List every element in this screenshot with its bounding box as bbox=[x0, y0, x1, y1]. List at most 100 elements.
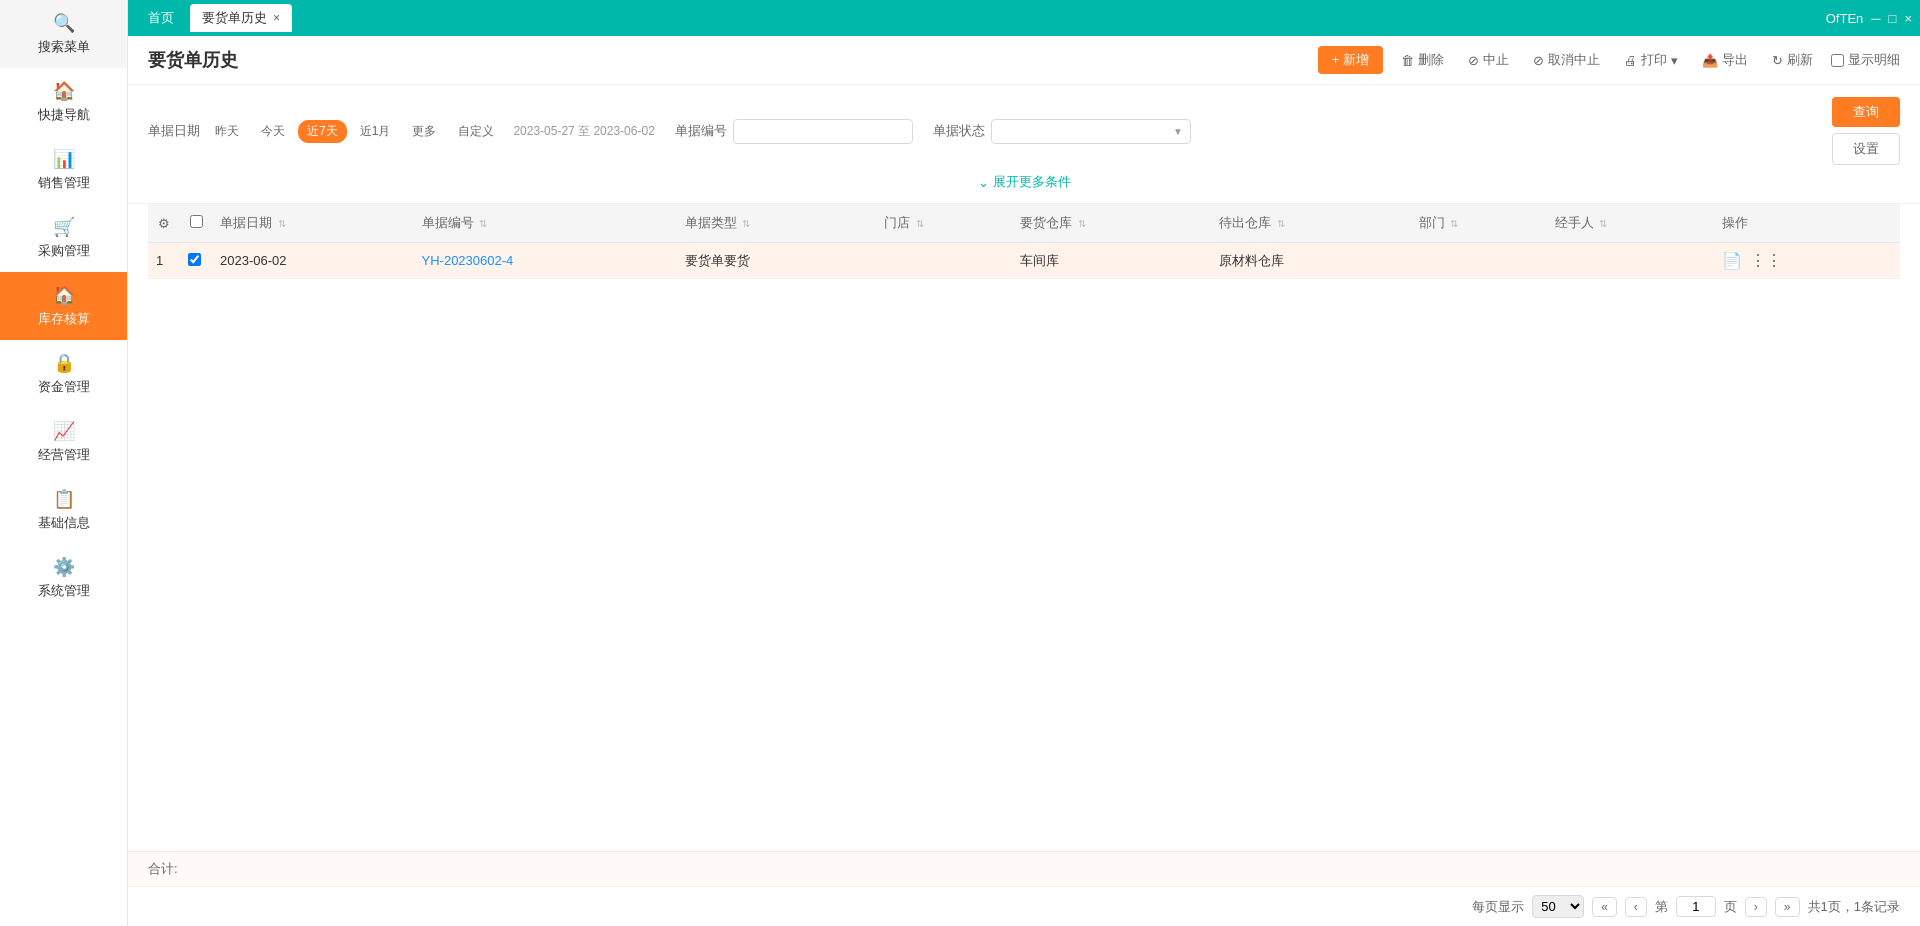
th-settings[interactable]: ⚙ bbox=[148, 204, 180, 243]
setting-button[interactable]: 设置 bbox=[1832, 133, 1900, 165]
next-page-btn[interactable]: › bbox=[1745, 897, 1767, 917]
sidebar-item-quick-nav[interactable]: 🏠 快捷导航 bbox=[0, 68, 127, 136]
page-title: 要货单历史 bbox=[148, 48, 1318, 72]
cell-docnum-0[interactable]: YH-20230602-4 bbox=[414, 243, 677, 279]
sidebar-label-system: 系统管理 bbox=[38, 582, 90, 600]
view-action-btn-0[interactable]: 📄 bbox=[1722, 251, 1742, 270]
inventory-icon: 🏠 bbox=[53, 284, 75, 306]
print-icon: 🖨 bbox=[1624, 53, 1637, 68]
delete-icon: 🗑 bbox=[1401, 53, 1414, 68]
table-footer: 合计: bbox=[128, 851, 1920, 886]
prev-page-btn[interactable]: ‹ bbox=[1625, 897, 1647, 917]
tab-bar-right: OfTEn ─ □ × bbox=[1826, 11, 1912, 26]
date-btn-more[interactable]: 更多 bbox=[403, 120, 445, 143]
table-header-row: ⚙ 单据日期 ⇅ 单据编号 ⇅ 单据类型 ⇅ 门店 ⇅ 要货仓库 ⇅ 待出仓库 … bbox=[148, 204, 1900, 243]
print-button[interactable]: 🖨 打印 ▾ bbox=[1618, 47, 1684, 73]
sidebar-item-finance[interactable]: 🔒资金管理 bbox=[0, 340, 127, 408]
per-page-label: 每页显示 bbox=[1472, 898, 1524, 916]
doc-number-input[interactable] bbox=[733, 119, 913, 144]
cancel-suspend-button[interactable]: ⊘ 取消中止 bbox=[1527, 47, 1606, 73]
export-button[interactable]: 📤 导出 bbox=[1696, 47, 1754, 73]
sidebar-item-purchase[interactable]: 🛒采购管理 bbox=[0, 204, 127, 272]
page-suffix: 页 bbox=[1724, 898, 1737, 916]
th-req-warehouse[interactable]: 要货仓库 ⇅ bbox=[1012, 204, 1211, 243]
th-doc-type[interactable]: 单据类型 ⇅ bbox=[677, 204, 876, 243]
date-btn-1month[interactable]: 近1月 bbox=[351, 120, 400, 143]
page-label: 第 bbox=[1655, 898, 1668, 916]
quick-nav-icon: 🏠 bbox=[53, 80, 75, 102]
finance-icon: 🔒 bbox=[53, 352, 75, 374]
print-dropdown-icon: ▾ bbox=[1671, 53, 1678, 68]
sidebar-item-system[interactable]: ⚙️ 系统管理 bbox=[0, 544, 127, 612]
cell-index-0: 1 bbox=[148, 243, 180, 279]
page-number-input[interactable] bbox=[1676, 896, 1716, 917]
page-header: 要货单历史 + 新增 🗑 删除 ⊘ 中止 ⊘ 取消中止 🖨 打印 bbox=[128, 36, 1920, 85]
cancel-suspend-icon: ⊘ bbox=[1533, 53, 1544, 68]
last-page-btn[interactable]: » bbox=[1775, 897, 1800, 917]
window-close-btn[interactable]: × bbox=[1904, 11, 1912, 26]
date-btn-yesterday[interactable]: 昨天 bbox=[206, 120, 248, 143]
cell-doctype-0: 要货单要货 bbox=[677, 243, 876, 279]
system-icon: ⚙️ bbox=[53, 556, 75, 578]
sidebar-label-quick-nav: 快捷导航 bbox=[38, 106, 90, 124]
row-checkbox-0[interactable] bbox=[188, 253, 201, 266]
date-btn-custom[interactable]: 自定义 bbox=[449, 120, 503, 143]
th-doc-date[interactable]: 单据日期 ⇅ bbox=[212, 204, 414, 243]
doc-number-filter: 单据编号 bbox=[675, 119, 913, 144]
data-table: ⚙ 单据日期 ⇅ 单据编号 ⇅ 单据类型 ⇅ 门店 ⇅ 要货仓库 ⇅ 待出仓库 … bbox=[148, 204, 1900, 279]
window-minimize-btn[interactable]: ─ bbox=[1871, 11, 1880, 26]
tab-requisition-history[interactable]: 要货单历史× bbox=[190, 4, 292, 32]
th-pending-warehouse[interactable]: 待出仓库 ⇅ bbox=[1211, 204, 1410, 243]
cell-reqwh-0: 车间库 bbox=[1012, 243, 1211, 279]
refresh-icon: ↻ bbox=[1772, 53, 1783, 68]
th-actions: 操作 bbox=[1714, 204, 1900, 243]
table-container: ⚙ 单据日期 ⇅ 单据编号 ⇅ 单据类型 ⇅ 门店 ⇅ 要货仓库 ⇅ 待出仓库 … bbox=[128, 204, 1920, 851]
tab-close-requisition-history[interactable]: × bbox=[273, 11, 280, 25]
first-page-btn[interactable]: « bbox=[1592, 897, 1617, 917]
search-menu-icon: 🔍 bbox=[53, 12, 75, 34]
show-detail-checkbox[interactable] bbox=[1831, 54, 1844, 67]
cell-pendwh-0: 原材料仓库 bbox=[1211, 243, 1410, 279]
delete-button[interactable]: 🗑 删除 bbox=[1395, 47, 1450, 73]
suspend-icon: ⊘ bbox=[1468, 53, 1479, 68]
sidebar-item-search-menu[interactable]: 🔍搜索菜单 bbox=[0, 0, 127, 68]
brand-label: OfTEn bbox=[1826, 11, 1864, 26]
select-all-checkbox[interactable] bbox=[190, 215, 203, 228]
cell-date-0: 2023-06-02 bbox=[212, 243, 414, 279]
main-area: 首页要货单历史× OfTEn ─ □ × 要货单历史 + 新增 🗑 删除 ⊘ 中… bbox=[128, 0, 1920, 926]
date-filter-label: 单据日期 bbox=[148, 122, 200, 140]
th-doc-number[interactable]: 单据编号 ⇅ bbox=[414, 204, 677, 243]
more-action-btn-0[interactable]: ⋮⋮ bbox=[1750, 251, 1782, 270]
date-filter: 单据日期 昨天 今天 近7天 近1月 更多 自定义 2023-05-27 至 2… bbox=[148, 120, 655, 143]
date-range-display: 2023-05-27 至 2023-06-02 bbox=[513, 123, 654, 140]
th-department[interactable]: 部门 ⇅ bbox=[1411, 204, 1547, 243]
refresh-button[interactable]: ↻ 刷新 bbox=[1766, 47, 1819, 73]
date-btn-today[interactable]: 今天 bbox=[252, 120, 294, 143]
tab-bar: 首页要货单历史× OfTEn ─ □ × bbox=[128, 0, 1920, 36]
cell-store-0 bbox=[876, 243, 1012, 279]
sidebar-label-basics: 基础信息 bbox=[38, 514, 90, 532]
sidebar: 🔍搜索菜单 🏠 快捷导航 📊销售管理🛒采购管理 🏠 库存核算 🔒资金管理📈经营管理📋基础信息… bbox=[0, 0, 128, 926]
expand-more-button[interactable]: ⌄ 展开更多条件 bbox=[978, 173, 1071, 191]
date-btn-7days[interactable]: 近7天 bbox=[298, 120, 347, 143]
cell-checkbox-0 bbox=[180, 243, 212, 279]
new-button[interactable]: + 新增 bbox=[1318, 46, 1383, 74]
sidebar-label-inventory: 库存核算 bbox=[38, 310, 90, 328]
per-page-select[interactable]: 50 100 bbox=[1532, 895, 1584, 918]
sidebar-item-basics[interactable]: 📋基础信息 bbox=[0, 476, 127, 544]
expand-more-area: ⌄ 展开更多条件 bbox=[148, 173, 1900, 191]
table-row: 1 2023-06-02 YH-20230602-4 要货单要货 车间库 原材料… bbox=[148, 243, 1900, 279]
sidebar-item-operations[interactable]: 📈经营管理 bbox=[0, 408, 127, 476]
th-store[interactable]: 门店 ⇅ bbox=[876, 204, 1012, 243]
doc-status-select[interactable] bbox=[991, 119, 1191, 144]
filter-row: 单据日期 昨天 今天 近7天 近1月 更多 自定义 2023-05-27 至 2… bbox=[148, 97, 1900, 165]
window-maximize-btn[interactable]: □ bbox=[1889, 11, 1897, 26]
sidebar-item-inventory[interactable]: 🏠 库存核算 bbox=[0, 272, 127, 340]
suspend-button[interactable]: ⊘ 中止 bbox=[1462, 47, 1515, 73]
show-detail-toggle[interactable]: 显示明细 bbox=[1831, 51, 1900, 69]
query-button[interactable]: 查询 bbox=[1832, 97, 1900, 127]
th-handler[interactable]: 经手人 ⇅ bbox=[1547, 204, 1715, 243]
tab-home[interactable]: 首页 bbox=[136, 4, 186, 32]
sidebar-label-operations: 经营管理 bbox=[38, 446, 90, 464]
sidebar-item-sales[interactable]: 📊销售管理 bbox=[0, 136, 127, 204]
